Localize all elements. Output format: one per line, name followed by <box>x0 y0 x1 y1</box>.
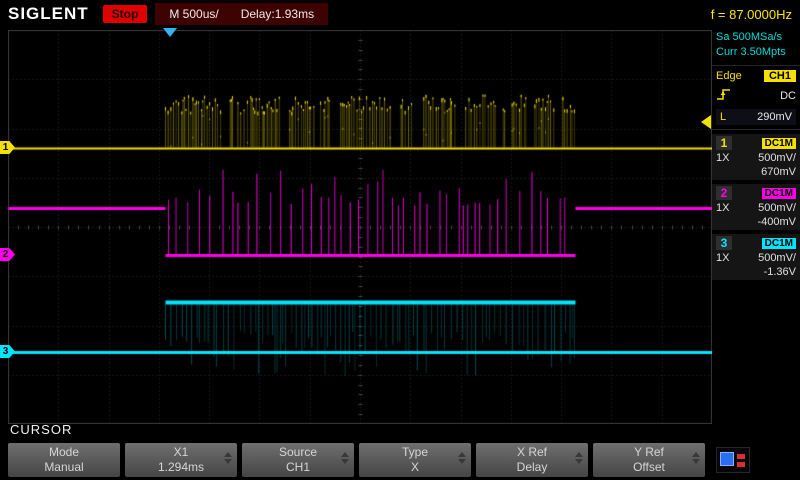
updown-arrows-icon <box>575 452 583 464</box>
right-sidebar: Sa 500MSa/s Curr 3.50Mpts Edge CH1 DC L … <box>712 29 800 280</box>
trigger-level-label: L <box>720 111 727 123</box>
updown-arrows-icon <box>692 452 700 464</box>
channel3-coupling-badge: DC1M <box>761 237 796 249</box>
channel1-offset: 670mV <box>761 166 796 178</box>
waveform-display <box>8 30 712 424</box>
channel1-scale: 500mV/ <box>758 152 796 164</box>
menu-button-xref[interactable]: X Ref Delay <box>476 443 588 477</box>
channel3-scale: 500mV/ <box>758 252 796 264</box>
sample-rate: Sa 500MSa/s <box>716 31 783 43</box>
rising-edge-icon <box>716 87 732 104</box>
top-status-bar: SIGLENT Stop M 500us/ Delay:1.93ms f = 8… <box>0 0 800 28</box>
menu-button-value: Manual <box>44 460 84 474</box>
frequency-counter: f = 87.0000Hz <box>710 6 792 22</box>
channel3-number: 3 <box>716 236 732 250</box>
channel1-coupling-badge: DC1M <box>761 137 796 149</box>
softkey-menu: Mode Manual X1 1.294ms Source CH1 Type X… <box>8 443 705 477</box>
menu-button-yref[interactable]: Y Ref Offset <box>593 443 705 477</box>
menu-button-mode[interactable]: Mode Manual <box>8 443 120 477</box>
menu-button-label: X1 <box>173 445 189 459</box>
menu-title: CURSOR <box>10 422 73 437</box>
storage-status-icon[interactable] <box>716 447 750 473</box>
trigger-level-row: L 290mV <box>716 109 796 125</box>
channel2-number: 2 <box>716 186 732 200</box>
menu-button-source[interactable]: Source CH1 <box>242 443 354 477</box>
trigger-delay-value[interactable]: Delay:1.93ms <box>241 7 314 21</box>
timebase-strip: M 500us/ Delay:1.93ms <box>155 3 329 25</box>
channel3-probe: 1X <box>716 252 730 264</box>
menu-button-value: Offset <box>633 460 665 474</box>
channel1-number: 1 <box>716 136 732 150</box>
status-block-icon <box>737 462 745 467</box>
channel1-info-panel[interactable]: 1 DC1M 1X 500mV/ 670mV <box>712 134 800 180</box>
menu-button-label: Y Ref <box>634 445 664 459</box>
brand-logo: SIGLENT <box>8 4 89 23</box>
channel2-scale: 500mV/ <box>758 202 796 214</box>
updown-arrows-icon <box>224 452 232 464</box>
trigger-position-marker[interactable] <box>163 28 177 37</box>
channel2-offset: -400mV <box>757 216 796 228</box>
trigger-level-value: 290mV <box>757 111 792 123</box>
memory-depth: Curr 3.50Mpts <box>716 46 786 58</box>
timebase-value[interactable]: M 500us/ <box>169 7 218 21</box>
channel1-probe: 1X <box>716 152 730 164</box>
menu-button-value: Delay <box>516 460 548 474</box>
channel2-probe: 1X <box>716 202 730 214</box>
updown-arrows-icon <box>458 452 466 464</box>
waveform-canvas <box>8 30 712 424</box>
menu-button-value: 1.294ms <box>157 460 205 474</box>
trigger-type: Edge <box>716 70 742 82</box>
channel2-coupling-badge: DC1M <box>761 187 796 199</box>
menu-button-label: X Ref <box>516 445 547 459</box>
channel3-offset: -1.36V <box>763 266 796 278</box>
run-stop-status-badge[interactable]: Stop <box>102 5 148 23</box>
channel3-info-panel[interactable]: 3 DC1M 1X 500mV/ -1.36V <box>712 234 800 280</box>
trigger-coupling: DC <box>780 89 796 102</box>
menu-button-label: Mode <box>48 445 80 459</box>
acquisition-info: Sa 500MSa/s Curr 3.50Mpts <box>712 29 800 61</box>
trigger-source-badge: CH1 <box>763 70 796 82</box>
menu-button-value: CH1 <box>285 460 310 474</box>
oscilloscope-screen: SIGLENT Stop M 500us/ Delay:1.93ms f = 8… <box>0 0 800 480</box>
menu-button-x1[interactable]: X1 1.294ms <box>125 443 237 477</box>
channel2-info-panel[interactable]: 2 DC1M 1X 500mV/ -400mV <box>712 184 800 230</box>
status-block-icon <box>737 454 745 459</box>
menu-button-label: Source <box>278 445 318 459</box>
usb-block-icon <box>720 452 734 466</box>
trigger-level-marker[interactable] <box>701 115 711 129</box>
trigger-info-panel[interactable]: Edge CH1 DC L 290mV <box>712 65 800 130</box>
menu-button-type[interactable]: Type X <box>359 443 471 477</box>
updown-arrows-icon <box>341 452 349 464</box>
menu-button-label: Type <box>401 445 428 459</box>
menu-button-value: X <box>410 460 419 474</box>
